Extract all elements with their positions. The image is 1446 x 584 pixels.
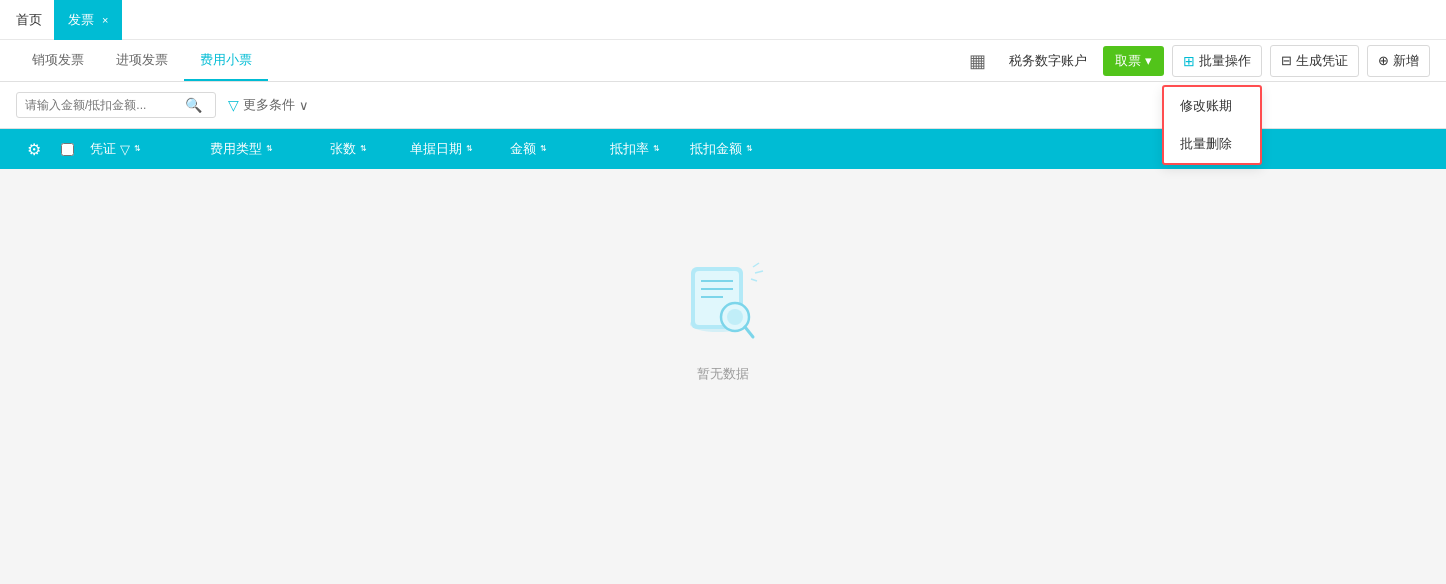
tax-account-label: 税务数字账户 — [1009, 52, 1087, 70]
batch-ops-label: 批量操作 — [1199, 52, 1251, 70]
top-nav: 首页 发票 × — [0, 0, 1446, 40]
batch-ops-icon: ⊞ — [1183, 53, 1195, 69]
add-button[interactable]: ⊕ 新增 — [1367, 45, 1430, 77]
sub-tabs-left: 销项发票 进项发票 费用小票 — [16, 40, 268, 81]
table-select-all-checkbox[interactable] — [52, 143, 82, 156]
col-amount-sort-icon: ⇅ — [540, 145, 547, 153]
svg-point-7 — [727, 309, 743, 325]
col-deduct-label: 抵扣金额 — [690, 140, 742, 158]
filter-funnel-icon: ▽ — [228, 97, 239, 113]
gen-voucher-icon: ⊟ — [1281, 53, 1292, 68]
batch-ops-wrap: ⊞ 批量操作 修改账期 批量删除 — [1172, 45, 1262, 77]
take-invoice-label: 取票 — [1115, 52, 1141, 70]
svg-line-10 — [755, 271, 763, 273]
col-deduct[interactable]: 抵扣金额 ⇅ — [682, 140, 782, 158]
svg-line-11 — [751, 279, 757, 281]
sub-tabs-right: ▦ 税务数字账户 取票 ▾ ⊞ 批量操作 修改账期 批量删除 ⊟ 生成凭证 ⊕ … — [961, 45, 1430, 77]
empty-state-label: 暂无数据 — [697, 365, 749, 383]
col-rate[interactable]: 抵扣率 ⇅ — [602, 140, 682, 158]
col-date-sort-icon: ⇅ — [466, 145, 473, 153]
col-count-label: 张数 — [330, 140, 356, 158]
col-voucher-sort-icon: ⇅ — [134, 145, 141, 153]
take-invoice-chevron: ▾ — [1145, 53, 1152, 68]
qr-icon: ▦ — [969, 50, 986, 72]
dropdown-item-modify-period[interactable]: 修改账期 — [1164, 87, 1260, 125]
search-input-wrap[interactable]: 🔍 — [16, 92, 216, 118]
col-voucher-filter-icon: ▽ — [120, 142, 130, 157]
more-filter-label: 更多条件 — [243, 96, 295, 114]
search-icon[interactable]: 🔍 — [185, 97, 202, 113]
table-settings-icon[interactable]: ⚙ — [16, 140, 52, 159]
gen-voucher-button[interactable]: ⊟ 生成凭证 — [1270, 45, 1359, 77]
svg-line-8 — [745, 327, 753, 337]
sub-tabs-bar: 销项发票 进项发票 费用小票 ▦ 税务数字账户 取票 ▾ ⊞ 批量操作 修改账期 — [0, 40, 1446, 82]
col-amount-label: 金额 — [510, 140, 536, 158]
more-filter-button[interactable]: ▽ 更多条件 ∨ — [228, 96, 309, 114]
gear-icon: ⚙ — [27, 140, 41, 159]
nav-tab-label: 发票 — [68, 11, 94, 29]
col-date[interactable]: 单据日期 ⇅ — [402, 140, 502, 158]
add-icon: ⊕ — [1378, 53, 1389, 68]
col-amount[interactable]: 金额 ⇅ — [502, 140, 602, 158]
batch-ops-button[interactable]: ⊞ 批量操作 — [1172, 45, 1262, 77]
nav-tab-close[interactable]: × — [102, 14, 108, 26]
dropdown-item-batch-delete[interactable]: 批量删除 — [1164, 125, 1260, 163]
gen-voucher-label: 生成凭证 — [1296, 52, 1348, 70]
nav-tab-invoice[interactable]: 发票 × — [54, 0, 122, 40]
tab-purchase-invoice[interactable]: 进项发票 — [100, 40, 184, 81]
col-type-sort-icon: ⇅ — [266, 145, 273, 153]
more-filter-chevron: ∨ — [299, 98, 309, 113]
col-type[interactable]: 费用类型 ⇅ — [202, 140, 322, 158]
col-deduct-sort-icon: ⇅ — [746, 145, 753, 153]
nav-home[interactable]: 首页 — [16, 11, 54, 29]
take-invoice-button[interactable]: 取票 ▾ — [1103, 46, 1164, 76]
svg-line-9 — [753, 263, 759, 267]
empty-state: 暂无数据 — [0, 169, 1446, 423]
qr-code-icon-btn[interactable]: ▦ — [961, 45, 993, 77]
tab-expense-ticket[interactable]: 费用小票 — [184, 40, 268, 81]
search-input[interactable] — [25, 98, 185, 112]
add-label: 新增 — [1393, 52, 1419, 70]
col-voucher[interactable]: 凭证 ▽ ⇅ — [82, 140, 202, 158]
col-count[interactable]: 张数 ⇅ — [322, 140, 402, 158]
col-rate-sort-icon: ⇅ — [653, 145, 660, 153]
empty-state-illustration — [663, 249, 783, 349]
col-rate-label: 抵扣率 — [610, 140, 649, 158]
tax-account-button[interactable]: 税务数字账户 — [1001, 52, 1095, 70]
col-date-label: 单据日期 — [410, 140, 462, 158]
col-count-sort-icon: ⇅ — [360, 145, 367, 153]
col-voucher-label: 凭证 — [90, 140, 116, 158]
col-type-label: 费用类型 — [210, 140, 262, 158]
tab-sales-invoice[interactable]: 销项发票 — [16, 40, 100, 81]
batch-ops-dropdown: 修改账期 批量删除 — [1162, 85, 1262, 165]
select-all-input[interactable] — [61, 143, 74, 156]
